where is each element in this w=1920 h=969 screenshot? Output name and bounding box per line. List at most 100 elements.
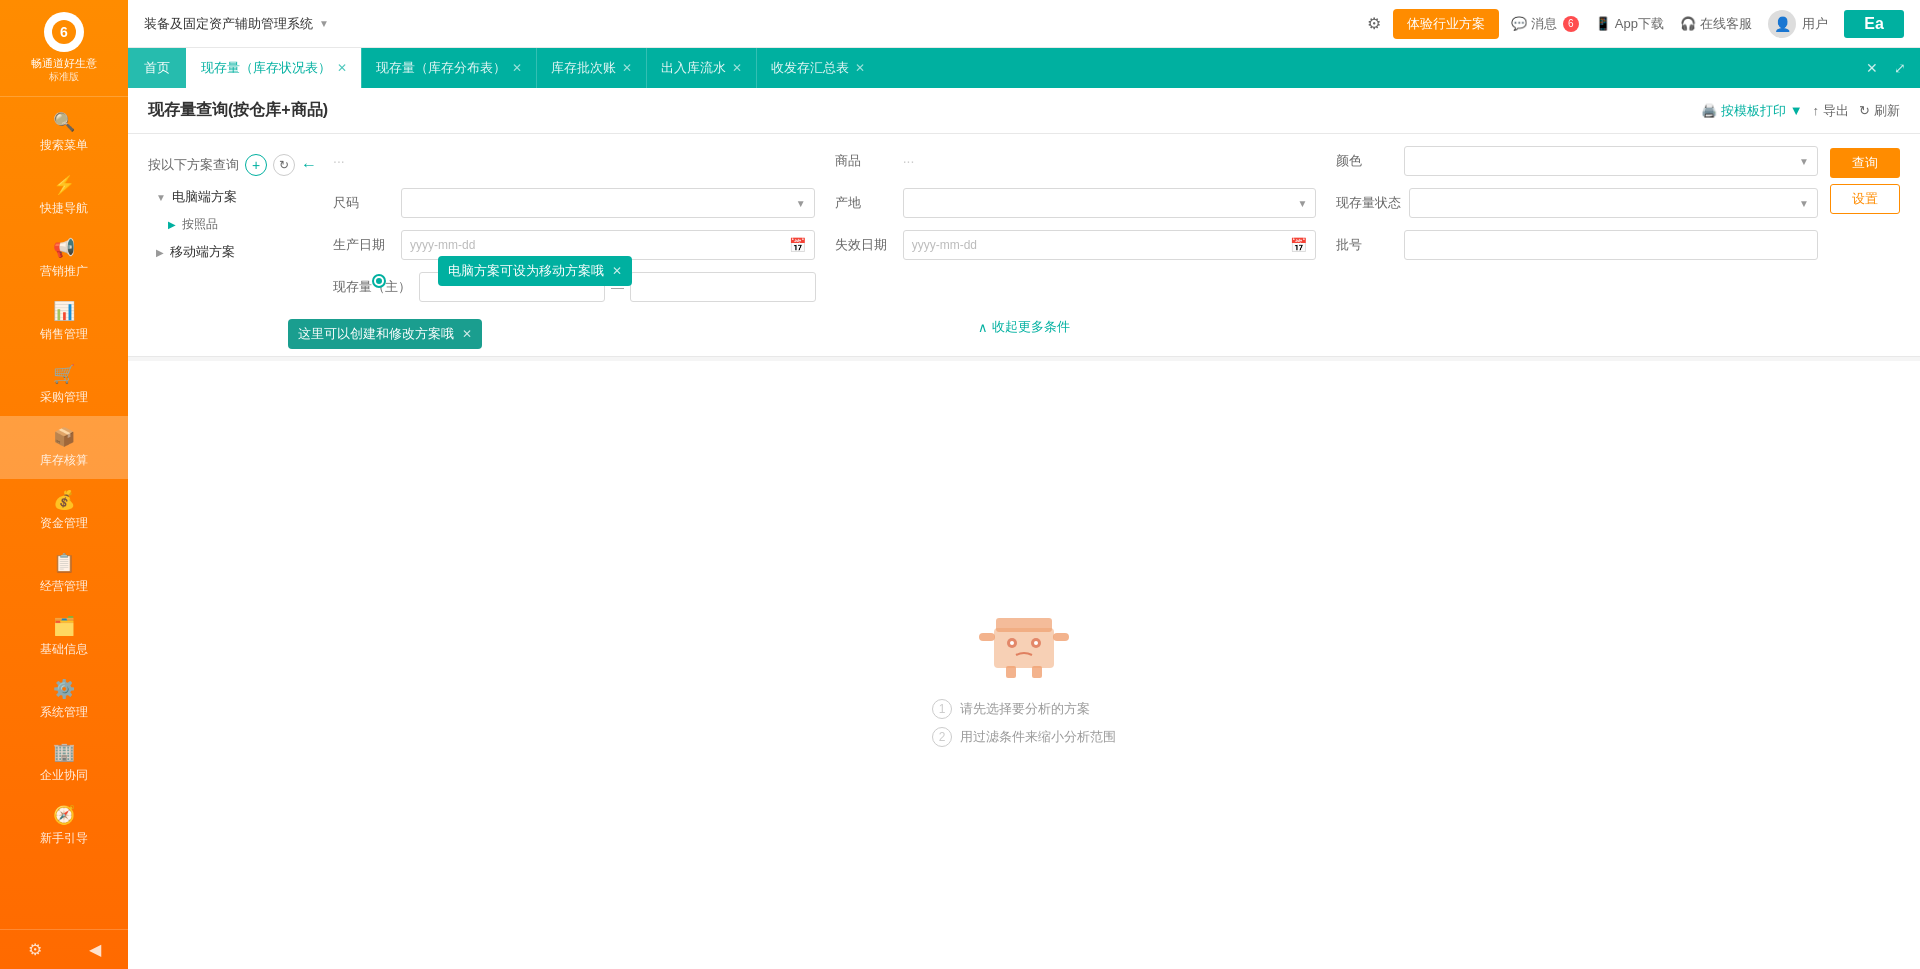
svg-rect-11 (1053, 633, 1069, 641)
user-label: 用户 (1802, 15, 1828, 33)
goods-field: 商品 ··· (835, 152, 1317, 170)
sidebar-item-enterprise[interactable]: 🏢 企业协同 (0, 731, 128, 794)
sidebar-item-label: 基础信息 (40, 641, 88, 658)
tab-stock-status-label: 现存量（库存状况表） (201, 59, 331, 77)
step1-text: 请先选择要分析的方案 (960, 700, 1090, 718)
origin-select[interactable]: ▼ (903, 188, 1317, 218)
goods-label: 商品 (835, 152, 895, 170)
svg-rect-10 (979, 633, 995, 641)
size-field: 尺码 ▼ (333, 188, 815, 218)
system-name-text: 装备及固定资产辅助管理系统 (144, 15, 313, 33)
scheme-item-mobile[interactable]: ▶ 移动端方案 (148, 239, 317, 265)
tab-home[interactable]: 首页 (128, 48, 186, 88)
empty-step-1: 1 请先选择要分析的方案 (932, 699, 1116, 719)
step1-num: 1 (932, 699, 952, 719)
sidebar-item-quick-nav[interactable]: ⚡ 快捷导航 (0, 164, 128, 227)
stock-status-arrow-icon: ▼ (1799, 198, 1809, 209)
batch-no-input[interactable] (1404, 230, 1818, 260)
stock-status-label: 现存量状态 (1336, 194, 1401, 212)
color-field: 颜色 ▼ (1336, 146, 1818, 176)
reset-btn[interactable]: 设置 (1830, 184, 1900, 214)
scheme-list: ▼ 电脑端方案 ▶ 按照品 ▶ 移动端方案 (148, 184, 317, 265)
filter-add-btn[interactable]: + (245, 154, 267, 176)
template-print-btn[interactable]: 🖨️ 按模板打印 ▼ (1701, 102, 1803, 120)
online-support-btn[interactable]: 🎧 在线客服 (1680, 15, 1752, 33)
sidebar-item-label: 资金管理 (40, 515, 88, 532)
sidebar-item-assets[interactable]: 💰 资金管理 (0, 479, 128, 542)
tab-stock-batch[interactable]: 库存批次账 ✕ (536, 48, 646, 88)
sidebar-item-operations[interactable]: 📋 经营管理 (0, 542, 128, 605)
tab-stock-dist[interactable]: 现存量（库存分布表） ✕ (361, 48, 536, 88)
refresh-label: 刷新 (1874, 102, 1900, 120)
tab-stock-batch-close[interactable]: ✕ (622, 62, 632, 74)
sales-icon: 📊 (53, 300, 75, 322)
tooltip-pc-close[interactable]: ✕ (612, 264, 622, 278)
sidebar-item-marketing[interactable]: 📢 营销推广 (0, 227, 128, 290)
export-icon: ↑ (1813, 103, 1820, 118)
stock-main-label: 现存量（主） (333, 278, 411, 296)
sidebar-item-system[interactable]: ⚙️ 系统管理 (0, 668, 128, 731)
sidebar-item-inventory[interactable]: 📦 库存核算 (0, 416, 128, 479)
tab-stock-status-close[interactable]: ✕ (337, 62, 347, 74)
tab-in-out-flow[interactable]: 出入库流水 ✕ (646, 48, 756, 88)
sidebar-collapse-btn[interactable]: ◀ (89, 940, 101, 959)
sidebar-item-search-menu[interactable]: 🔍 搜索菜单 (0, 101, 128, 164)
inventory-icon: 📦 (53, 426, 75, 448)
sidebar-item-label: 经营管理 (40, 578, 88, 595)
empty-steps: 1 请先选择要分析的方案 2 用过滤条件来缩小分析范围 (932, 699, 1116, 747)
logo-text: 畅通道好生意 (31, 56, 97, 70)
export-btn[interactable]: ↑ 导出 (1813, 102, 1850, 120)
sidebar-item-label: 快捷导航 (40, 200, 88, 217)
trial-btn[interactable]: 体验行业方案 (1393, 9, 1499, 39)
tab-stock-dist-label: 现存量（库存分布表） (376, 59, 506, 77)
template-print-label: 按模板打印 (1721, 102, 1786, 120)
expire-date-label: 失效日期 (835, 236, 895, 254)
goods-dots[interactable]: ··· (903, 153, 915, 169)
stock-main-to[interactable] (630, 272, 816, 302)
tab-in-out-flow-close[interactable]: ✕ (732, 62, 742, 74)
tooltip-create-close[interactable]: ✕ (462, 327, 472, 341)
search-btn[interactable]: 查询 (1830, 148, 1900, 178)
origin-label: 产地 (835, 194, 895, 212)
mobile-scheme-arrow-icon: ▶ (156, 247, 164, 258)
topbar-gear-btn[interactable]: ⚙ (1367, 14, 1381, 33)
sidebar-footer: ⚙ ◀ (0, 929, 128, 969)
topbar-actions: 💬 消息 6 📱 App下载 🎧 在线客服 👤 用户 Ea (1511, 10, 1904, 38)
system-name-arrow: ▼ (319, 18, 329, 29)
sidebar-settings-btn[interactable]: ⚙ (28, 940, 42, 959)
stock-status-select[interactable]: ▼ (1409, 188, 1818, 218)
filter-refresh-btn[interactable]: ↻ (273, 154, 295, 176)
tab-stock-dist-close[interactable]: ✕ (512, 62, 522, 74)
size-select[interactable]: ▼ (401, 188, 815, 218)
tab-recv-send[interactable]: 收发存汇总表 ✕ (756, 48, 879, 88)
sidebar-item-basic-info[interactable]: 🗂️ 基础信息 (0, 605, 128, 668)
expire-date-input[interactable]: yyyy-mm-dd 📅 (903, 230, 1317, 260)
tabbar-close-btn[interactable]: ✕ (1860, 56, 1884, 80)
filter-arrow-btn[interactable]: ← (301, 156, 317, 174)
system-icon: ⚙️ (53, 678, 75, 700)
topbar: 装备及固定资产辅助管理系统 ▼ ⚙ 体验行业方案 💬 消息 6 📱 App下载 … (128, 0, 1920, 48)
sidebar-item-sales[interactable]: 📊 销售管理 (0, 290, 128, 353)
stock-status-field: 现存量状态 ▼ (1336, 188, 1818, 218)
sidebar-item-purchase[interactable]: 🛒 采购管理 (0, 353, 128, 416)
tab-recv-send-close[interactable]: ✕ (855, 62, 865, 74)
sidebar-item-label: 营销推广 (40, 263, 88, 280)
message-btn[interactable]: 💬 消息 6 (1511, 15, 1579, 33)
page-area: 现存量查询(按仓库+商品) 🖨️ 按模板打印 ▼ ↑ 导出 ↻ 刷新 (128, 88, 1920, 969)
page-header: 现存量查询(按仓库+商品) 🖨️ 按模板打印 ▼ ↑ 导出 ↻ 刷新 (128, 88, 1920, 134)
scheme-item-pc[interactable]: ▼ 电脑端方案 (148, 184, 317, 210)
color-select[interactable]: ▼ (1404, 146, 1818, 176)
svg-rect-9 (1032, 666, 1042, 678)
scheme-item-sub[interactable]: ▶ 按照品 (148, 212, 317, 237)
tab-stock-status[interactable]: 现存量（库存状况表） ✕ (186, 48, 361, 88)
prod-date-calendar-icon: 📅 (789, 237, 806, 253)
purchase-icon: 🛒 (53, 363, 75, 385)
user-menu[interactable]: 👤 用户 (1768, 10, 1828, 38)
sidebar-item-label: 销售管理 (40, 326, 88, 343)
refresh-btn[interactable]: ↻ 刷新 (1859, 102, 1900, 120)
sidebar-item-guide[interactable]: 🧭 新手引导 (0, 794, 128, 857)
basic-info-icon: 🗂️ (53, 615, 75, 637)
app-download-btn[interactable]: 📱 App下载 (1595, 15, 1664, 33)
warehouse-dots[interactable]: ··· (333, 153, 345, 169)
tabbar-maximize-btn[interactable]: ⤢ (1888, 56, 1912, 80)
